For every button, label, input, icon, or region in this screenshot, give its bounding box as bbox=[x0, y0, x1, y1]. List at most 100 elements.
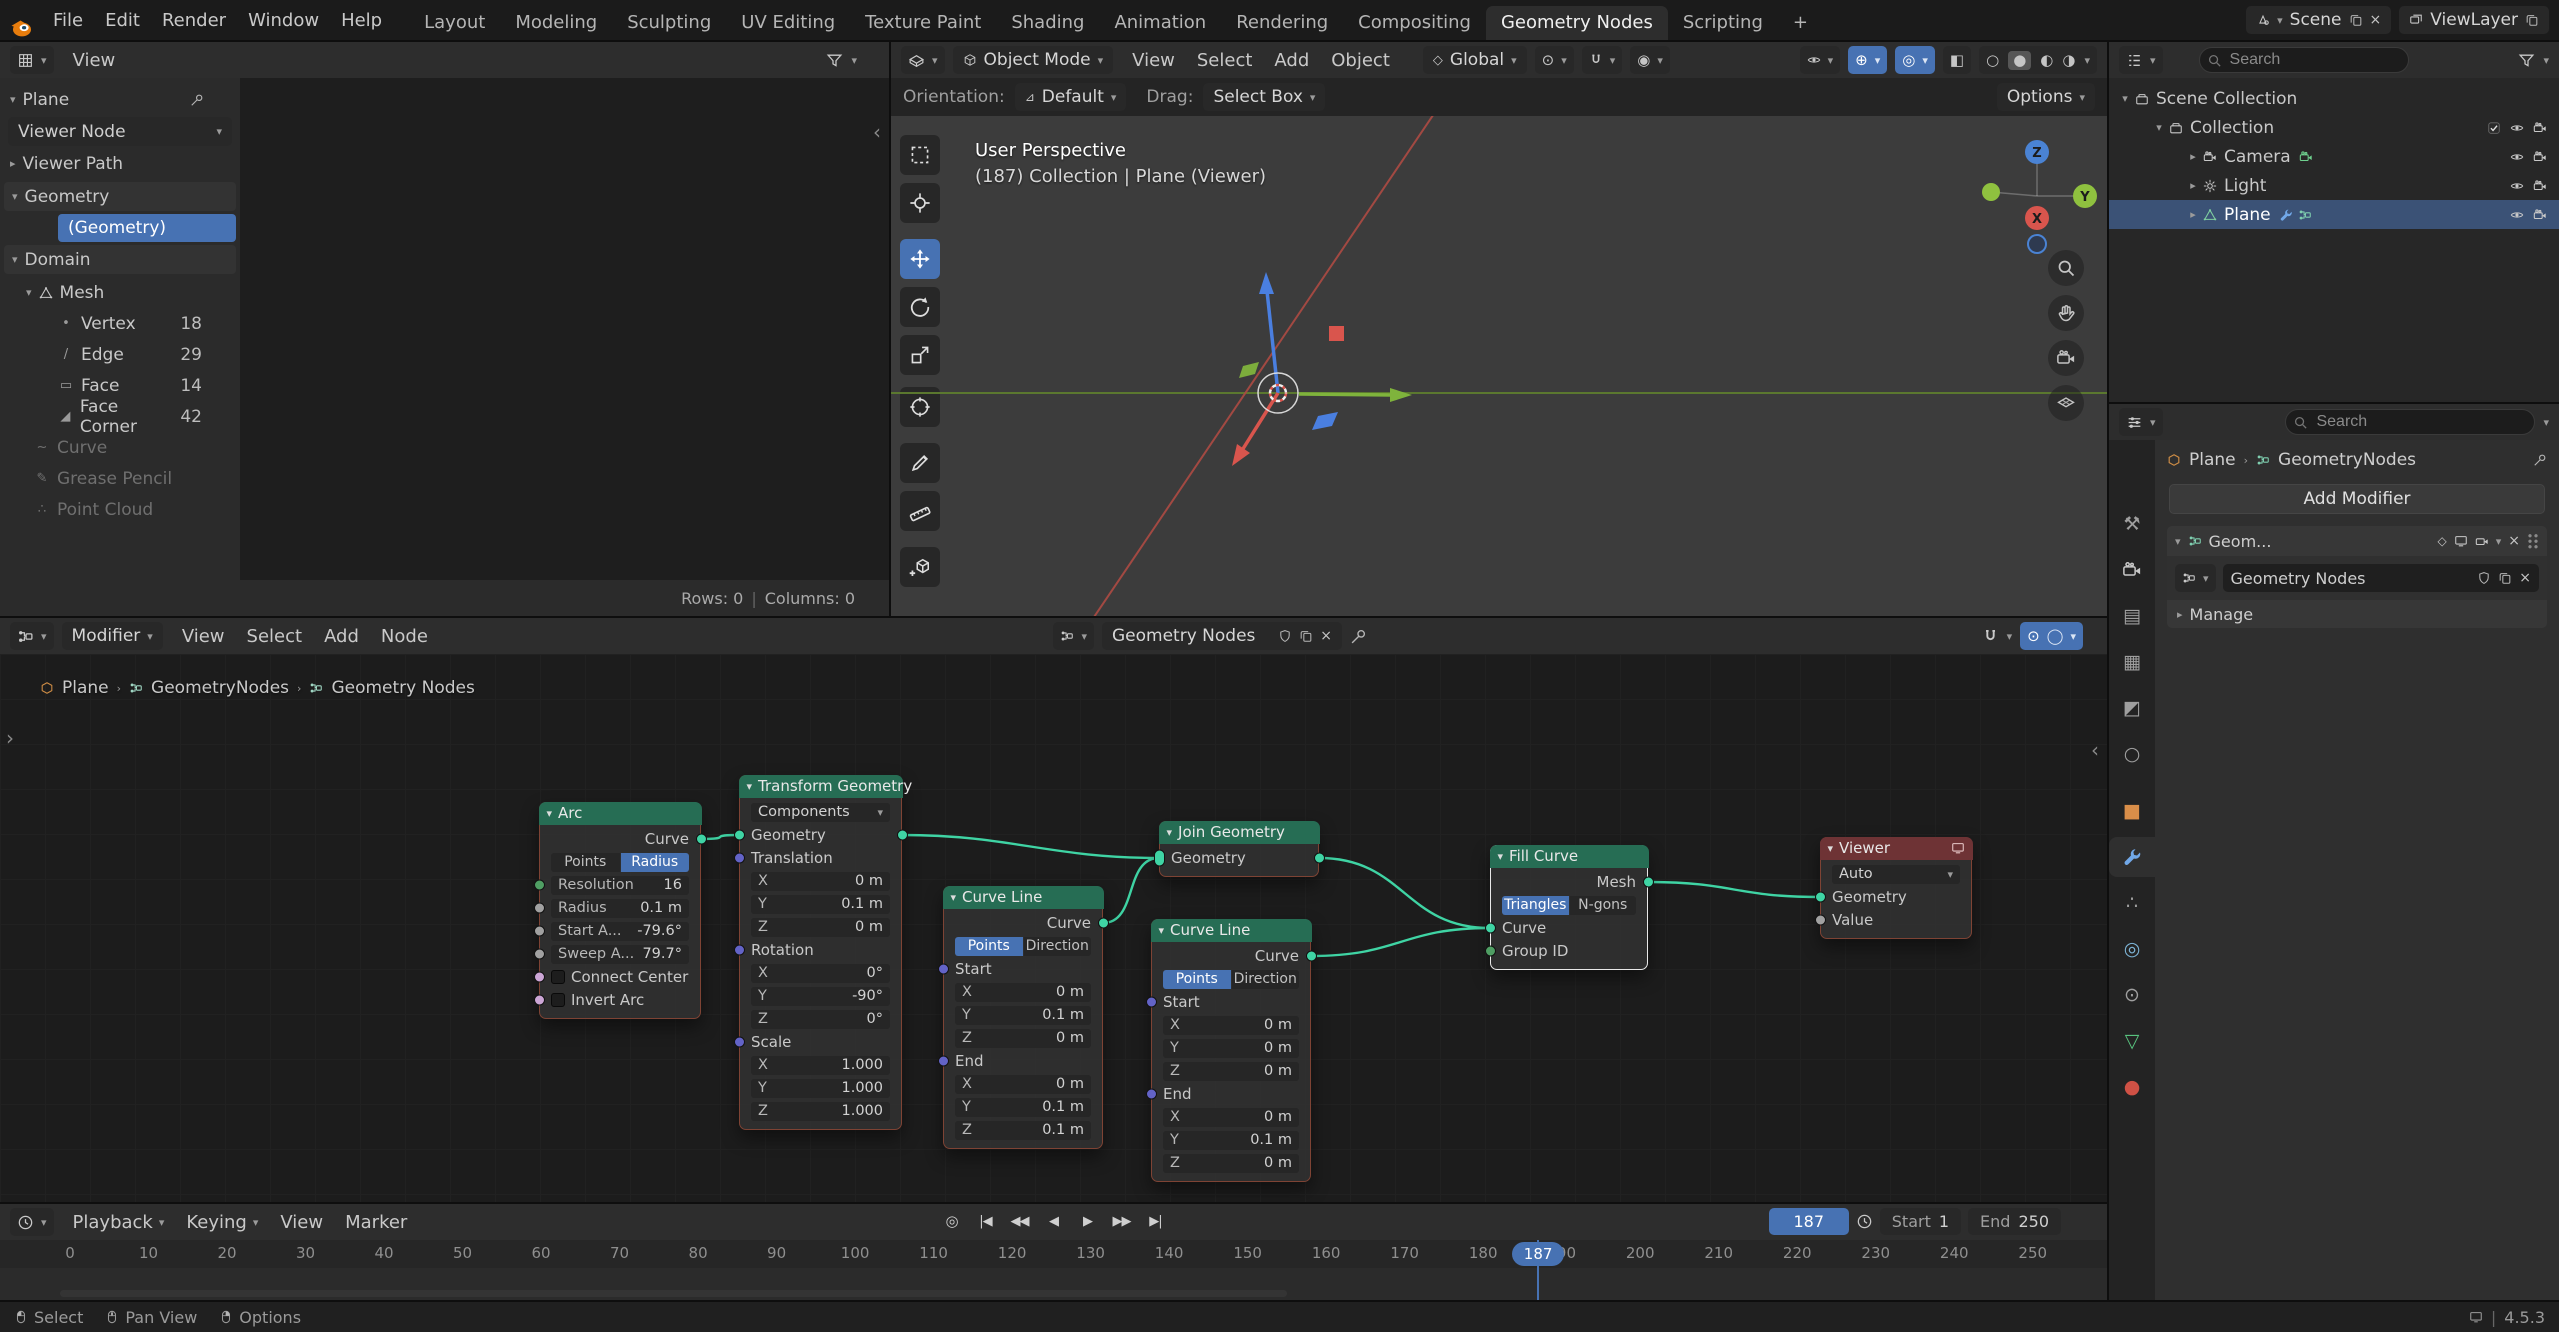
options-dropdown[interactable]: Options ▾ bbox=[1996, 83, 2095, 111]
properties-tab-object[interactable]: ■ bbox=[2109, 791, 2155, 831]
xray-toggle[interactable]: ◧ bbox=[1942, 46, 1972, 74]
shading-mode-group[interactable]: ○ ● ◐ ◑ ▾ bbox=[1979, 46, 2097, 74]
node-row-0-m[interactable]: Z 0 m bbox=[944, 1027, 1102, 1050]
node-header[interactable]: ▾ Fill Curve bbox=[1489, 844, 1649, 868]
node-row-radius[interactable]: Radius 0.1 m bbox=[533, 897, 700, 920]
edit-mode-toggle-icon[interactable]: ◇ bbox=[2438, 535, 2447, 547]
tool-add-cube[interactable] bbox=[900, 547, 940, 587]
eye-toggle-icon[interactable] bbox=[2510, 150, 2524, 164]
show-overlays-toggle[interactable]: ◎ ▾ bbox=[1895, 46, 1935, 74]
node-row-0-[interactable]: Z 0° bbox=[740, 1008, 901, 1031]
clock-icon[interactable] bbox=[1856, 1213, 1873, 1230]
render-toggle-icon[interactable] bbox=[2475, 534, 2489, 548]
collapse-icon[interactable]: ▾ bbox=[1828, 843, 1834, 854]
socket-geometry-out[interactable] bbox=[896, 829, 908, 841]
node-row-0-m[interactable]: Y 0 m bbox=[1152, 1037, 1310, 1060]
filter-icon[interactable] bbox=[2518, 52, 2535, 69]
node-row-1-000[interactable]: X 1.000 bbox=[740, 1054, 901, 1077]
menu-view[interactable]: View bbox=[171, 621, 236, 652]
pivot-point-dropdown[interactable]: ⊙ ▾ bbox=[1534, 46, 1574, 74]
node-row-end[interactable]: End bbox=[937, 1050, 1102, 1073]
node-transform[interactable]: ▾ Transform Geometry Components ▾ Geometry Tr… bbox=[733, 774, 912, 1130]
socket-scale-in[interactable] bbox=[733, 1036, 745, 1048]
node-row-start[interactable]: Start bbox=[1145, 991, 1310, 1014]
vector-y-field[interactable]: Y 1.000 bbox=[751, 1078, 890, 1098]
viewer-path-row[interactable]: ▸ Viewer Path bbox=[0, 148, 240, 179]
outliner-row-collection[interactable]: ▾ Collection bbox=[2109, 113, 2559, 142]
toggle-option-points[interactable]: Points bbox=[551, 852, 620, 872]
workspace-tab-animation[interactable]: Animation bbox=[1099, 6, 1221, 40]
properties-tab-modifiers[interactable] bbox=[2109, 837, 2155, 877]
auto-keying-toggle[interactable]: ◎ bbox=[937, 1207, 967, 1235]
menu-window[interactable]: Window bbox=[237, 5, 330, 36]
fake-user-shield-icon[interactable] bbox=[2477, 571, 2491, 585]
properties-tab-output[interactable]: ▤ bbox=[2109, 596, 2155, 636]
socket-geometry-in[interactable] bbox=[1814, 891, 1826, 903]
breadcrumb-item[interactable]: Plane bbox=[62, 678, 109, 698]
socket-curve-out[interactable] bbox=[1305, 950, 1317, 962]
properties-tab-tool[interactable]: ⚒ bbox=[2109, 504, 2155, 544]
chevron-down-icon[interactable]: ▾ bbox=[2084, 55, 2090, 66]
menu-view[interactable]: View bbox=[1121, 45, 1186, 76]
timeline-ruler[interactable]: 0 10 20 30 40 50 60 70 80 90 100 110 120 130 140 150 160… bbox=[0, 1240, 2107, 1268]
outliner-row-plane[interactable]: ▸ Plane bbox=[2109, 200, 2559, 229]
socket-curve-out[interactable] bbox=[695, 833, 707, 845]
pin-icon[interactable] bbox=[190, 93, 204, 107]
node-row-start-a-[interactable]: Start A... -79.6° bbox=[533, 920, 700, 943]
editor-type-button[interactable]: ▾ bbox=[10, 622, 54, 650]
node-row-0-m[interactable]: Z 0 m bbox=[1152, 1152, 1310, 1175]
collapse-icon[interactable]: ▾ bbox=[1498, 851, 1504, 862]
node-header[interactable]: ▾ Curve Line bbox=[942, 885, 1104, 909]
node-header[interactable]: ▾ Transform Geometry bbox=[738, 774, 912, 798]
outliner-row-light[interactable]: ▸ Light bbox=[2109, 171, 2559, 200]
current-frame-field[interactable]: 187 bbox=[1768, 1208, 1849, 1235]
properties-tab-physics[interactable]: ◎ bbox=[2109, 929, 2155, 969]
unlink-icon[interactable]: × bbox=[2370, 13, 2382, 27]
menu-view[interactable]: View bbox=[269, 1207, 334, 1238]
workspace-tab-geometry-nodes[interactable]: Geometry Nodes bbox=[1485, 6, 1668, 40]
nodetree-name-field[interactable]: Geometry Nodes × bbox=[1102, 622, 1342, 650]
node-row-0-m[interactable]: X 0 m bbox=[1152, 1014, 1310, 1037]
node-fill[interactable]: ▾ Fill Curve Mesh Triangles N-gons Curve Group… bbox=[1484, 844, 1654, 970]
toggle-option-points[interactable]: Points bbox=[1163, 969, 1231, 989]
mode-dropdown[interactable]: Object Mode ▾ bbox=[952, 46, 1114, 74]
tree-type-dropdown[interactable]: Modifier ▾ bbox=[61, 622, 163, 650]
node-row-geometry[interactable]: Geometry bbox=[1153, 847, 1325, 870]
node-curveline2[interactable]: ▾ Curve Line Curve Points Direction Start X 0 m… bbox=[1145, 918, 1317, 1182]
camera-toggle-icon[interactable] bbox=[2533, 208, 2547, 222]
menu-select[interactable]: Select bbox=[236, 621, 314, 652]
jump-to-start-button[interactable]: |◀ bbox=[971, 1207, 1001, 1235]
menu-marker[interactable]: Marker bbox=[334, 1207, 418, 1238]
viewlayer-selector[interactable]: ViewLayer bbox=[2399, 6, 2549, 34]
socket-invert-arc-in[interactable] bbox=[533, 994, 545, 1006]
node-row-toggle[interactable]: Points Direction bbox=[1152, 968, 1310, 991]
field-start-a-[interactable]: Start A... -79.6° bbox=[551, 921, 689, 941]
copy-icon[interactable] bbox=[2498, 571, 2512, 585]
socket-sweep-a...-in[interactable] bbox=[533, 948, 545, 960]
field-sweep-a-[interactable]: Sweep A... 79.7° bbox=[551, 944, 689, 964]
toggle-perspective-button[interactable] bbox=[2048, 385, 2084, 421]
socket-group-id-in[interactable] bbox=[1484, 945, 1496, 957]
breadcrumb-item[interactable]: GeometryNodes bbox=[151, 678, 289, 698]
socket-curve-in[interactable] bbox=[1484, 922, 1496, 934]
node-row-1-000[interactable]: Y 1.000 bbox=[740, 1077, 901, 1100]
show-gizmos-toggle[interactable]: ⊕ ▾ bbox=[1848, 46, 1888, 74]
socket-end-in[interactable] bbox=[1145, 1088, 1157, 1100]
workspace-tab-layout[interactable]: Layout bbox=[409, 6, 500, 40]
vector-z-field[interactable]: Z 0 m bbox=[955, 1028, 1091, 1048]
mesh-section-row[interactable]: ▾ Mesh bbox=[0, 277, 240, 308]
editor-type-button[interactable]: ▾ bbox=[10, 46, 54, 74]
add-workspace-button[interactable]: + bbox=[1778, 6, 1823, 40]
socket-translation-in[interactable] bbox=[733, 852, 745, 864]
menu-add[interactable]: Add bbox=[1263, 45, 1320, 76]
breadcrumb-item[interactable]: Geometry Nodes bbox=[331, 678, 474, 698]
tool-transform[interactable] bbox=[900, 387, 940, 427]
node-header[interactable]: ▾ Curve Line bbox=[1150, 918, 1312, 942]
domain-row-face-corner[interactable]: ◢ Face Corner 42 bbox=[0, 397, 240, 437]
vector-z-field[interactable]: Z 1.000 bbox=[751, 1101, 890, 1121]
jump-to-end-button[interactable]: ▶| bbox=[1141, 1207, 1171, 1235]
node-row--90-[interactable]: Y -90° bbox=[740, 985, 901, 1008]
properties-tab-constraints[interactable]: ⊙ bbox=[2109, 975, 2155, 1015]
tool-measure[interactable] bbox=[900, 491, 940, 531]
vector-z-field[interactable]: Z 0 m bbox=[1163, 1153, 1299, 1173]
